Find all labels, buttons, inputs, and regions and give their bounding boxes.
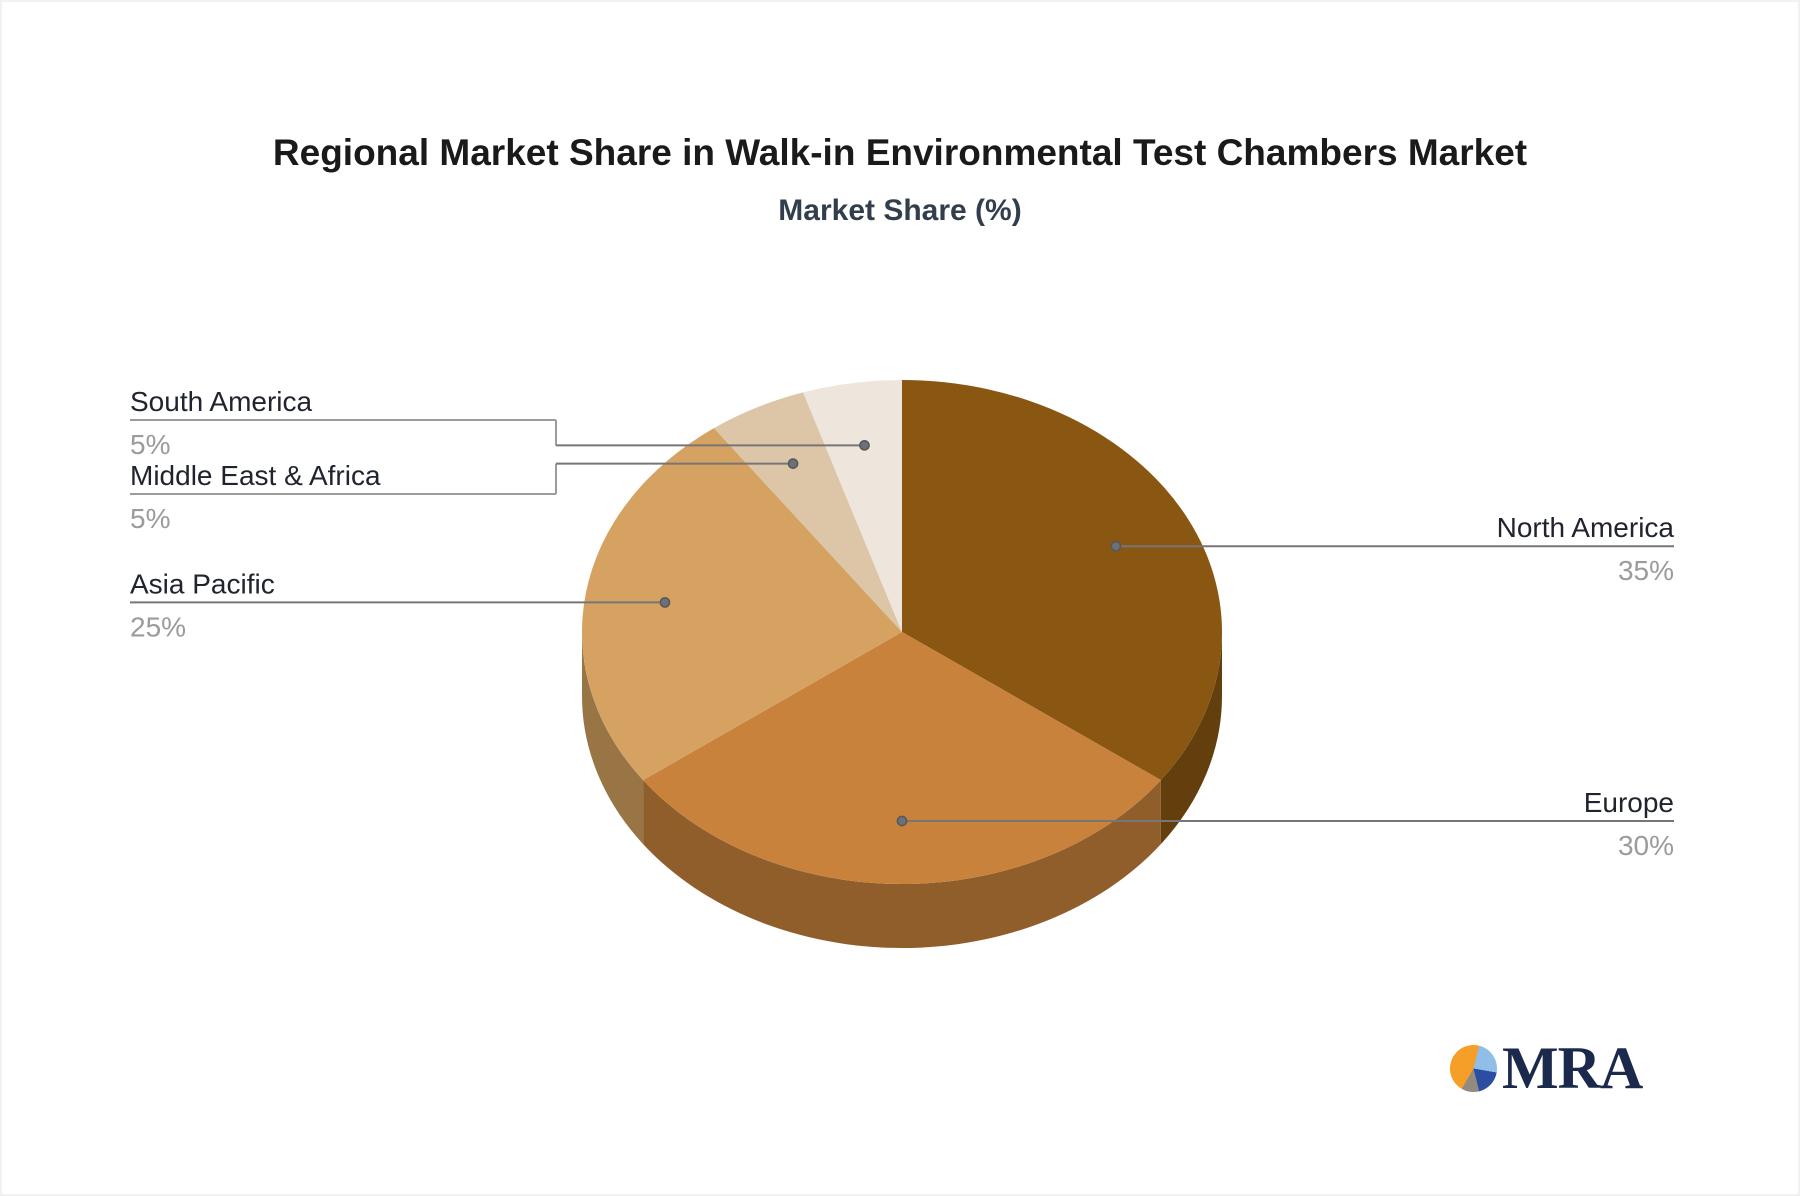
slice-label: South America — [130, 386, 313, 417]
slice-percent: 25% — [130, 611, 186, 642]
leader-dot — [788, 459, 797, 468]
brand-logo: MRA — [1450, 1038, 1642, 1098]
slice-label: North America — [1497, 512, 1675, 543]
slice-percent: 35% — [1618, 555, 1674, 586]
brand-logo-text: MRA — [1502, 1038, 1642, 1098]
pie-chart-icon — [1450, 1045, 1497, 1092]
slice-label: Asia Pacific — [130, 568, 275, 599]
slice-label: Europe — [1584, 787, 1674, 818]
leader-dot — [660, 598, 669, 607]
leader-dot — [1111, 542, 1120, 551]
leader-dot — [897, 816, 906, 825]
slice-percent: 5% — [130, 503, 170, 534]
slice-percent: 5% — [130, 429, 170, 460]
pie-chart-svg: North America 35% Europe 30% Asia Pacific 25%… — [2, 2, 1800, 1196]
chart-container: Regional Market Share in Walk-in Environ… — [0, 0, 1800, 1196]
slice-percent: 30% — [1618, 830, 1674, 861]
leader-dot — [860, 441, 869, 450]
slice-label: Middle East & Africa — [130, 460, 381, 491]
